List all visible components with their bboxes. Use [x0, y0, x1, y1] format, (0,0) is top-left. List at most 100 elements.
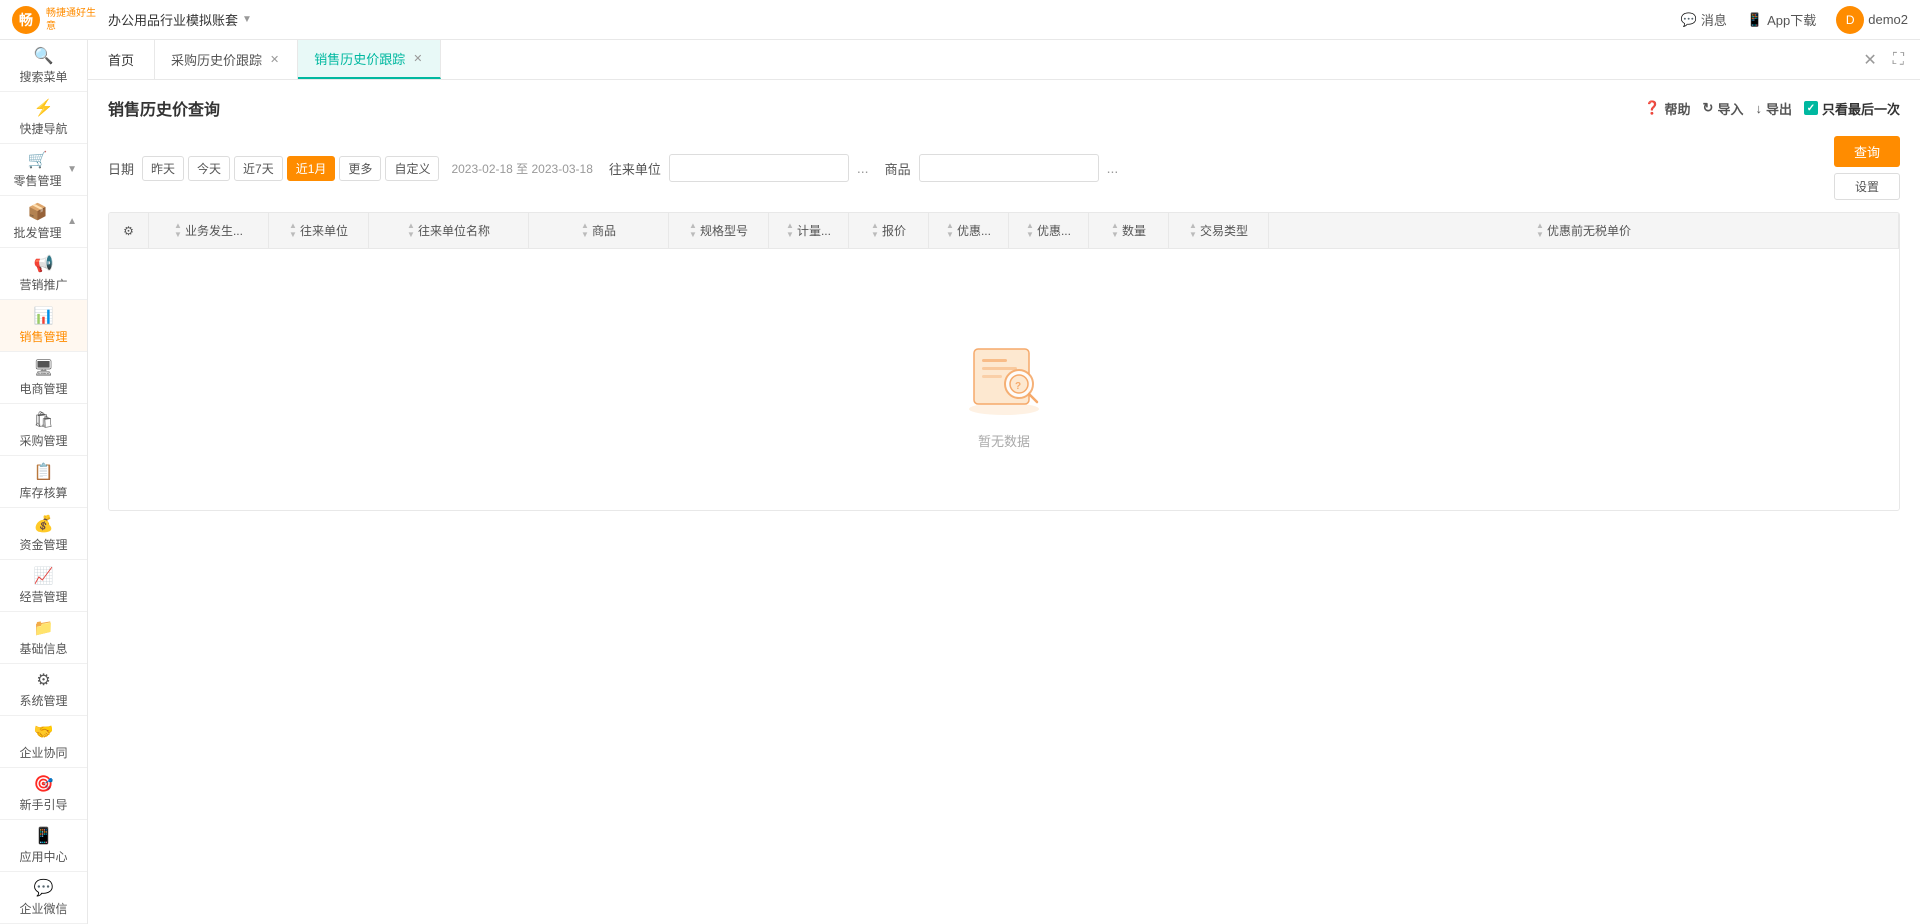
empty-illustration: ?: [954, 329, 1054, 419]
goods-input[interactable]: [919, 154, 1099, 182]
th-discount1[interactable]: ▲ ▼ 优惠...: [929, 213, 1009, 248]
date-btn-today[interactable]: 今天: [188, 156, 230, 181]
sidebar-item-basic-info[interactable]: 📁 基础信息: [0, 612, 87, 664]
th-discount2-label: 优惠...: [1037, 222, 1071, 239]
tab-close-all-button[interactable]: ✕: [1859, 46, 1880, 74]
inventory-icon: 📋: [34, 462, 54, 482]
message-button[interactable]: 💬 消息: [1681, 10, 1727, 29]
date-btn-custom[interactable]: 自定义: [385, 156, 439, 181]
import-button[interactable]: ↻ 导入: [1703, 99, 1744, 118]
settings-button[interactable]: 设置: [1834, 173, 1900, 200]
message-label: 消息: [1701, 10, 1727, 29]
sidebar-item-inventory[interactable]: 📋 库存核算: [0, 456, 87, 508]
th-discount2[interactable]: ▲ ▼ 优惠...: [1009, 213, 1089, 248]
date-btn-last7[interactable]: 近7天: [234, 156, 283, 181]
sidebar-label-wechat: 企业微信: [19, 900, 67, 917]
app-title-dropdown[interactable]: 办公用品行业模拟账套 ▼: [100, 10, 1681, 29]
sidebar-item-system[interactable]: ⚙ 系统管理: [0, 664, 87, 716]
goods-dots-icon[interactable]: ...: [1107, 160, 1119, 176]
empty-text: 暂无数据: [978, 431, 1030, 450]
tab-sales-history[interactable]: 销售历史价跟踪 ✕: [298, 40, 441, 79]
partner-filter-label: 往来单位: [609, 159, 661, 178]
sidebar-item-retail[interactable]: 🛒 零售管理 ▼: [0, 144, 87, 196]
only-last-label: 只看最后一次: [1822, 99, 1900, 118]
sidebar-item-ecommerce[interactable]: 🖥 电商管理: [0, 352, 87, 404]
table-container: ⚙ ▲ ▼ 业务发生... ▲ ▼: [108, 212, 1900, 511]
sidebar-item-marketing[interactable]: 📢 营销推广: [0, 248, 87, 300]
sidebar-label-operations: 经营管理: [19, 588, 67, 605]
partner-input[interactable]: [669, 154, 849, 182]
sidebar-item-guide[interactable]: 🎯 新手引导: [0, 768, 87, 820]
th-settings[interactable]: ⚙: [109, 213, 149, 248]
export-button[interactable]: ↓ 导出: [1755, 99, 1792, 118]
date-btn-last1m[interactable]: 近1月: [287, 156, 336, 181]
help-button[interactable]: ❓ 帮助: [1644, 99, 1690, 118]
sort-arrows-trade: ▲ ▼: [1189, 222, 1197, 239]
th-price-label: 报价: [882, 222, 906, 239]
sort-arrows-discount2: ▲ ▼: [1026, 222, 1034, 239]
tab-expand-button[interactable]: ⛶: [1889, 47, 1908, 73]
tab-purchase-history-close[interactable]: ✕: [268, 51, 281, 68]
partner-filter-group: 往来单位 ...: [609, 154, 869, 182]
table-settings-icon: ⚙: [123, 224, 134, 238]
quick-nav-icon: ⚡: [34, 98, 54, 118]
sidebar-item-search[interactable]: 🔍 搜索菜单: [0, 40, 87, 92]
main-layout: 🔍 搜索菜单 ⚡ 快捷导航 🛒 零售管理 ▼ 📦 批发管理 ▲ 📢 营销推广: [0, 40, 1920, 924]
query-button[interactable]: 查询: [1834, 136, 1900, 167]
sort-arrows-unit: ▲ ▼: [289, 222, 297, 239]
partner-dots-icon[interactable]: ...: [857, 160, 869, 176]
th-spec[interactable]: ▲ ▼ 规格型号: [669, 213, 769, 248]
tab-home[interactable]: 首页: [88, 40, 155, 79]
sidebar-item-operations[interactable]: 📈 经营管理: [0, 560, 87, 612]
tab-purchase-history[interactable]: 采购历史价跟踪 ✕: [155, 40, 298, 79]
th-unit[interactable]: ▲ ▼ 往来单位: [269, 213, 369, 248]
app-download-button[interactable]: 📱 App下载: [1747, 10, 1816, 29]
avatar: D: [1836, 6, 1864, 34]
sort-arrows-goods: ▲ ▼: [581, 222, 589, 239]
th-measure-label: 计量...: [797, 222, 831, 239]
date-btn-yesterday[interactable]: 昨天: [142, 156, 184, 181]
wechat-icon: 💬: [34, 878, 54, 898]
sidebar-label-inventory: 库存核算: [19, 484, 67, 501]
sidebar-item-wechat[interactable]: 💬 企业微信: [0, 872, 87, 924]
th-measure[interactable]: ▲ ▼ 计量...: [769, 213, 849, 248]
th-unit-name[interactable]: ▲ ▼ 往来单位名称: [369, 213, 529, 248]
import-label: 导入: [1717, 99, 1743, 118]
sidebar-item-wholesale[interactable]: 📦 批发管理 ▲: [0, 196, 87, 248]
sidebar-item-app-center[interactable]: 📱 应用中心: [0, 820, 87, 872]
guide-icon: 🎯: [34, 774, 54, 794]
sales-mgmt-icon: 📊: [34, 306, 54, 326]
th-notax-price[interactable]: ▲ ▼ 优惠前无税单价: [1269, 213, 1899, 248]
sort-arrows-spec: ▲ ▼: [689, 222, 697, 239]
th-qty[interactable]: ▲ ▼ 数量: [1089, 213, 1169, 248]
app-download-icon: 📱: [1747, 12, 1763, 28]
date-btn-more[interactable]: 更多: [339, 156, 381, 181]
page-title: 销售历史价查询: [108, 96, 220, 120]
tab-sales-history-close[interactable]: ✕: [411, 50, 424, 67]
sidebar-item-quick-nav[interactable]: ⚡ 快捷导航: [0, 92, 87, 144]
th-trade-type[interactable]: ▲ ▼ 交易类型: [1169, 213, 1269, 248]
system-icon: ⚙: [36, 670, 50, 690]
date-buttons: 昨天 今天 近7天 近1月 更多 自定义: [142, 156, 439, 181]
th-date[interactable]: ▲ ▼ 业务发生...: [149, 213, 269, 248]
sidebar-item-finance[interactable]: 💰 资金管理: [0, 508, 87, 560]
sidebar-item-purchase[interactable]: 🛍 采购管理: [0, 404, 87, 456]
th-goods[interactable]: ▲ ▼ 商品: [529, 213, 669, 248]
operations-icon: 📈: [34, 566, 54, 586]
sidebar-item-cooperation[interactable]: 🤝 企业协同: [0, 716, 87, 768]
sidebar-label-retail: 零售管理: [14, 172, 62, 189]
tab-purchase-history-label: 采购历史价跟踪: [171, 50, 262, 69]
dropdown-arrow-icon: ▼: [242, 14, 252, 25]
tab-bar: 首页 采购历史价跟踪 ✕ 销售历史价跟踪 ✕ ✕ ⛶: [88, 40, 1920, 80]
only-last-checkbox[interactable]: ✓ 只看最后一次: [1804, 99, 1900, 118]
sidebar-label-wholesale: 批发管理: [14, 224, 62, 241]
sort-arrows-price: ▲ ▼: [871, 222, 879, 239]
date-filter-label: 日期: [108, 159, 134, 178]
sidebar-label-sales-mgmt: 销售管理: [19, 328, 67, 345]
app-download-label: App下载: [1767, 10, 1816, 29]
user-menu-button[interactable]: D demo2: [1836, 6, 1908, 34]
page-content: 销售历史价查询 ❓ 帮助 ↻ 导入 ↓ 导出: [88, 80, 1920, 924]
wholesale-arrow-icon: ▲: [67, 216, 77, 227]
th-price[interactable]: ▲ ▼ 报价: [849, 213, 929, 248]
sidebar-item-sales-mgmt[interactable]: 📊 销售管理: [0, 300, 87, 352]
